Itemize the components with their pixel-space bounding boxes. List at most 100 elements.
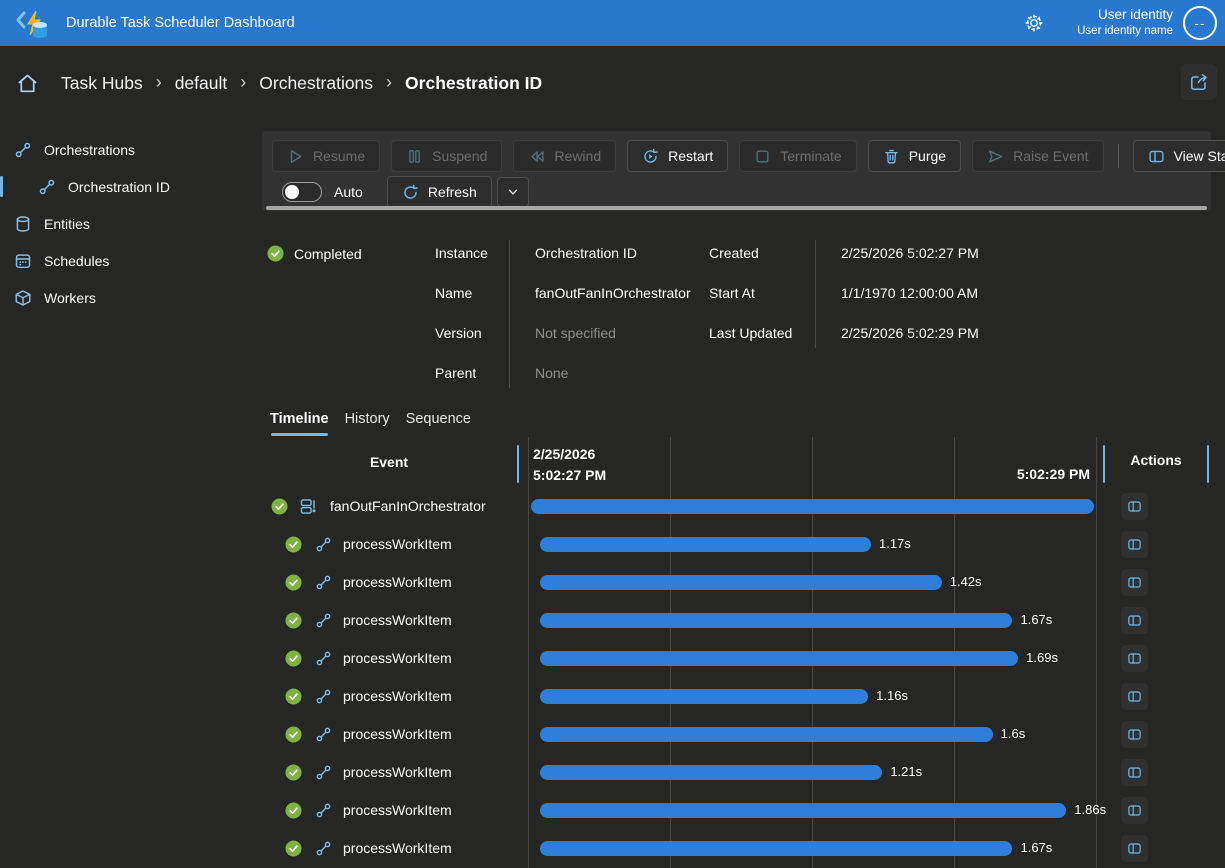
view-state-action-button[interactable] <box>1121 835 1148 862</box>
breadcrumb-item[interactable]: Task Hubs <box>61 73 143 94</box>
app-title: Durable Task Scheduler Dashboard <box>66 15 295 31</box>
field-value: Not specified <box>535 325 616 341</box>
timeline-row: processWorkItem 1.6s <box>260 715 1213 753</box>
event-name: processWorkItem <box>343 525 452 563</box>
view-state-action-button[interactable] <box>1121 493 1148 520</box>
link-icon <box>315 726 332 743</box>
settings-gear-icon[interactable] <box>1017 6 1051 40</box>
breadcrumb-item[interactable]: default <box>175 73 228 94</box>
cube-icon <box>14 289 32 307</box>
duration-label: 1.42s <box>950 563 982 601</box>
completed-check-icon <box>285 802 302 819</box>
view-state-action-button[interactable] <box>1121 721 1148 748</box>
timeline-table: Event 2/25/2026 5:02:27 PM 5:02:29 PM Ac… <box>260 437 1213 868</box>
view-state-action-button[interactable] <box>1121 569 1148 596</box>
duration-bar <box>540 689 868 704</box>
restart-icon <box>642 148 659 165</box>
view-state-button[interactable]: View State <box>1133 140 1225 172</box>
restart-button[interactable]: Restart <box>627 140 728 172</box>
view-state-action-button[interactable] <box>1121 797 1148 824</box>
tab-history[interactable]: History <box>345 411 390 436</box>
home-icon[interactable] <box>16 72 39 95</box>
timeline-row: processWorkItem 1.69s <box>260 639 1213 677</box>
duration-label: 1.16s <box>876 677 908 715</box>
event-name: processWorkItem <box>343 829 452 867</box>
user-info: User identity User identity name <box>1077 7 1173 38</box>
field-divider <box>815 240 816 348</box>
button-label: Rewind <box>554 148 601 164</box>
sidebar-item-orchestrations[interactable]: Orchestrations <box>0 131 248 168</box>
duration-bar <box>540 727 993 742</box>
column-resize-handle[interactable] <box>1103 445 1105 483</box>
axis-start-time: 5:02:27 PM <box>533 465 606 486</box>
field-label: Version <box>435 325 482 341</box>
orchestration-icon <box>300 498 317 515</box>
link-icon <box>315 802 332 819</box>
completed-check-icon <box>285 536 302 553</box>
button-label: View State <box>1174 148 1225 164</box>
horizontal-scrollbar[interactable] <box>266 206 1207 210</box>
link-icon <box>315 574 332 591</box>
link-icon <box>315 612 332 629</box>
field-label: Name <box>435 285 472 301</box>
sidebar-item-orchestration-id[interactable]: Orchestration ID <box>0 168 248 205</box>
duration-label: 1.67s <box>1020 601 1052 639</box>
view-state-action-button[interactable] <box>1121 531 1148 558</box>
status-badge: Completed <box>267 245 362 262</box>
rewind-button[interactable]: Rewind <box>513 140 616 172</box>
breadcrumb-separator-icon: › <box>240 72 246 93</box>
field-value: fanOutFanInOrchestrator <box>535 285 691 301</box>
view-state-action-button[interactable] <box>1121 645 1148 672</box>
timeline-header: Event 2/25/2026 5:02:27 PM 5:02:29 PM Ac… <box>260 437 1213 487</box>
detail-tabs: Timeline History Sequence <box>270 411 471 436</box>
sidebar-item-entities[interactable]: Entities <box>0 205 248 242</box>
column-resize-handle[interactable] <box>1207 445 1209 483</box>
breadcrumb-separator-icon: › <box>386 72 392 93</box>
duration-label: 1.21s <box>890 753 922 791</box>
refresh-options-button[interactable] <box>497 177 529 207</box>
tab-sequence[interactable]: Sequence <box>406 411 471 436</box>
completed-check-icon <box>285 650 302 667</box>
sidebar-item-schedules[interactable]: Schedules <box>0 242 248 279</box>
duration-bar <box>540 575 942 590</box>
resume-button[interactable]: Resume <box>272 140 380 172</box>
button-label: Resume <box>313 148 365 164</box>
duration-bar <box>540 537 871 552</box>
pause-icon <box>406 148 423 165</box>
terminate-button[interactable]: Terminate <box>739 140 856 172</box>
field-divider <box>509 240 510 388</box>
purge-button[interactable]: Purge <box>868 140 961 172</box>
share-button[interactable] <box>1181 64 1217 100</box>
sidebar-item-label: Schedules <box>44 253 109 269</box>
completed-check-icon <box>285 764 302 781</box>
timeline-row: fanOutFanInOrchestrator <box>260 487 1213 525</box>
user-avatar[interactable]: -- <box>1183 6 1217 40</box>
sidebar-item-workers[interactable]: Workers <box>0 279 248 316</box>
view-state-action-button[interactable] <box>1121 607 1148 634</box>
breadcrumb-item[interactable]: Orchestrations <box>259 73 373 94</box>
column-resize-handle[interactable] <box>517 445 519 483</box>
refresh-button[interactable]: Refresh <box>387 176 492 208</box>
tab-timeline[interactable]: Timeline <box>270 411 329 436</box>
completed-check-icon <box>285 688 302 705</box>
toolbar-divider <box>1118 144 1119 168</box>
suspend-button[interactable]: Suspend <box>391 140 502 172</box>
view-state-action-button[interactable] <box>1121 759 1148 786</box>
play-icon <box>287 148 304 165</box>
duration-bar <box>531 499 1094 514</box>
auto-refresh-toggle[interactable] <box>282 182 322 202</box>
field-label: Created <box>709 245 759 261</box>
axis-start-date: 2/25/2026 <box>533 444 606 465</box>
link-icon <box>38 178 56 196</box>
app-logo-icon <box>12 3 52 43</box>
event-name: processWorkItem <box>343 791 452 829</box>
timeline-row: processWorkItem 1.67s <box>260 601 1213 639</box>
event-name: processWorkItem <box>343 715 452 753</box>
trash-icon <box>883 148 900 165</box>
field-label: Last Updated <box>709 325 792 341</box>
refresh-label: Refresh <box>428 184 477 200</box>
view-state-action-button[interactable] <box>1121 683 1148 710</box>
stop-icon <box>754 148 771 165</box>
raise-event-button[interactable]: Raise Event <box>972 140 1103 172</box>
button-label: Purge <box>909 148 946 164</box>
